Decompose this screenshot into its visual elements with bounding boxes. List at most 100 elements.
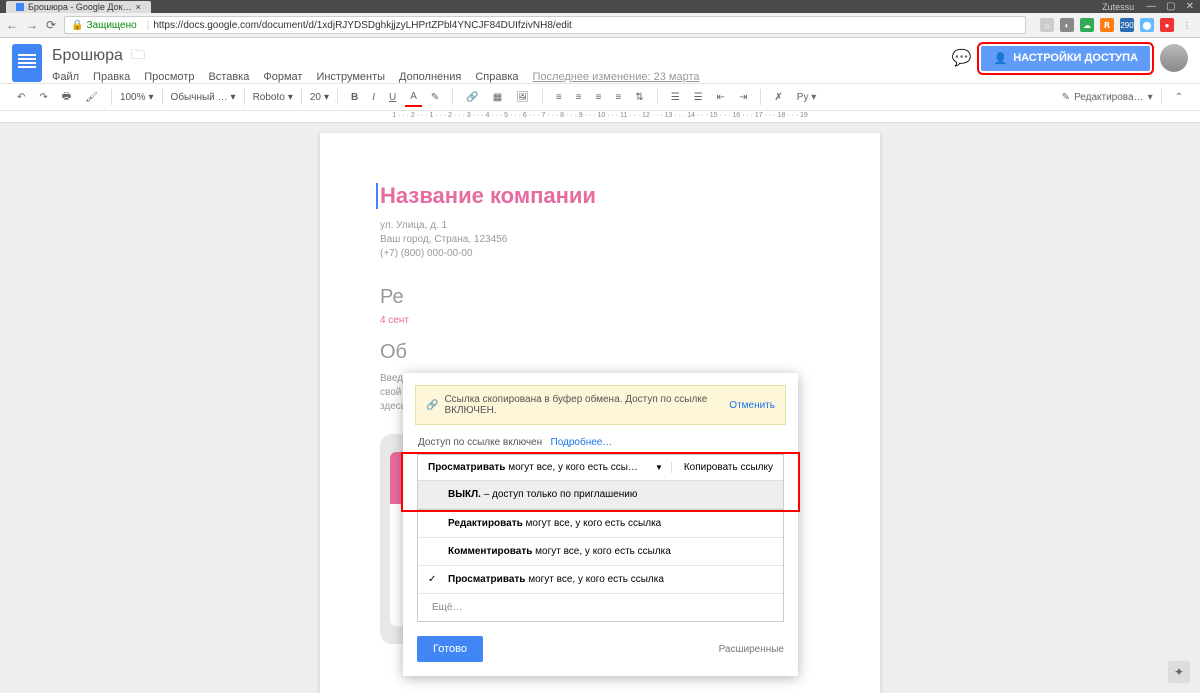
- url-bar[interactable]: 🔒 Защищено | https://docs.google.com/doc…: [64, 16, 1026, 34]
- folder-icon[interactable]: 🗀: [131, 44, 145, 68]
- option-off[interactable]: ВЫКЛ. – доступ только по приглашению: [418, 481, 783, 509]
- forward-icon[interactable]: →: [26, 18, 38, 32]
- clear-format-icon[interactable]: ✗: [769, 89, 787, 106]
- section-heading-1: Ре: [380, 286, 820, 309]
- browser-tab[interactable]: Брошюра - Google Док… ×: [6, 1, 151, 13]
- docs-header: Брошюра 🗀 Файл Правка Просмотр Вставка Ф…: [0, 38, 1200, 83]
- window-close-icon[interactable]: ✕: [1186, 1, 1194, 12]
- rss-icon[interactable]: 𝗥: [1100, 18, 1114, 32]
- check-icon: ✓: [428, 574, 436, 585]
- extension-icons: ⌂ ◐ ☁ 𝗥 290 ⬤ ● ⋮: [1040, 18, 1194, 32]
- paint-format-icon[interactable]: 🖌: [80, 89, 103, 106]
- comments-icon[interactable]: 💬: [952, 48, 972, 68]
- font-dropdown[interactable]: Roboto ▾: [253, 92, 293, 103]
- secure-lock-icon: 🔒 Защищено: [71, 20, 137, 31]
- ext-icon[interactable]: ⬤: [1140, 18, 1154, 32]
- browser-titlebar: Брошюра - Google Док… × Zutessu — ▢ ✕: [0, 0, 1200, 13]
- menu-help[interactable]: Справка: [475, 71, 518, 83]
- share-dialog: 🔗 Ссылка скопирована в буфер обмена. Дос…: [403, 373, 798, 676]
- copy-link-button[interactable]: Копировать ссылку: [671, 462, 773, 473]
- banner-text: Ссылка скопирована в буфер обмена. Досту…: [444, 394, 723, 416]
- back-icon[interactable]: ←: [6, 18, 18, 32]
- print-icon[interactable]: 🖶: [57, 86, 76, 109]
- chevron-down-icon: ▼: [655, 463, 663, 472]
- zoom-dropdown[interactable]: 100% ▾: [120, 92, 154, 103]
- ext-icon[interactable]: ⌂: [1040, 18, 1054, 32]
- ext-icon[interactable]: ☁: [1080, 18, 1094, 32]
- share-button-label: НАСТРОЙКИ ДОСТУПА: [1013, 52, 1138, 64]
- numbered-list-icon[interactable]: ☰: [666, 89, 685, 106]
- menu-file[interactable]: Файл: [52, 71, 79, 83]
- ruler[interactable]: 1 · · · 2 · · · 1 · · · 2 · · · 3 · · · …: [0, 111, 1200, 123]
- permission-options-list: Редактировать могут все, у кого есть ссы…: [417, 510, 784, 622]
- align-justify-icon[interactable]: ≡: [610, 89, 626, 106]
- bulleted-list-icon[interactable]: ☰: [689, 89, 708, 106]
- paragraph-style-dropdown[interactable]: Обычный … ▾: [171, 92, 236, 103]
- more-options[interactable]: Ещё…: [418, 594, 783, 621]
- user-avatar[interactable]: [1160, 44, 1188, 72]
- learn-more-link[interactable]: Подробнее…: [551, 437, 613, 448]
- advanced-link[interactable]: Расширенные: [719, 644, 784, 655]
- undo-icon[interactable]: ↶: [12, 89, 30, 106]
- undo-link[interactable]: Отменить: [729, 400, 775, 411]
- indent-icon[interactable]: ⇥: [734, 89, 752, 106]
- line-spacing-icon[interactable]: ⇅: [630, 89, 648, 106]
- explore-icon[interactable]: ✦: [1168, 661, 1190, 683]
- italic-icon[interactable]: I: [367, 89, 380, 106]
- reload-icon[interactable]: ⟳: [46, 18, 56, 32]
- underline-icon[interactable]: U: [384, 89, 401, 106]
- option-edit[interactable]: Редактировать могут все, у кого есть ссы…: [418, 510, 783, 538]
- link-sharing-status-row: Доступ по ссылке включен Подробнее…: [403, 437, 798, 454]
- person-icon: 👤: [993, 52, 1007, 65]
- insert-image-icon[interactable]: 🖼: [511, 89, 534, 106]
- menu-format[interactable]: Формат: [263, 71, 302, 83]
- browser-nav-bar: ← → ⟳ 🔒 Защищено | https://docs.google.c…: [0, 13, 1200, 38]
- permission-selector[interactable]: Просматривать могут все, у кого есть ссы…: [418, 455, 783, 481]
- phone-line: (+7) (800) 000-00-00: [380, 247, 820, 261]
- dialog-footer: Готово Расширенные: [403, 622, 798, 676]
- bold-icon[interactable]: B: [346, 89, 363, 106]
- menu-tools[interactable]: Инструменты: [316, 71, 385, 83]
- date-text: 4 сент: [380, 315, 820, 326]
- ext-icon[interactable]: ◐: [1060, 18, 1074, 32]
- menu-bar: Файл Правка Просмотр Вставка Формат Инст…: [52, 71, 942, 83]
- option-view[interactable]: ✓ Просматривать могут все, у кого есть с…: [418, 566, 783, 594]
- highlight-icon[interactable]: ✎: [426, 89, 444, 106]
- google-docs-icon[interactable]: [12, 44, 42, 82]
- align-right-icon[interactable]: ≡: [591, 89, 607, 106]
- insert-link-icon[interactable]: 🔗: [461, 89, 483, 106]
- link-copied-banner: 🔗 Ссылка скопирована в буфер обмена. Дос…: [415, 385, 786, 425]
- address-line-2: Ваш город, Страна, 123456: [380, 233, 820, 247]
- ext-icon[interactable]: ●: [1160, 18, 1174, 32]
- outdent-icon[interactable]: ⇤: [712, 89, 730, 106]
- menu-view[interactable]: Просмотр: [144, 71, 194, 83]
- align-left-icon[interactable]: ≡: [551, 89, 567, 106]
- document-title[interactable]: Брошюра: [52, 47, 123, 65]
- address-line-1: ул. Улица, д. 1: [380, 219, 820, 233]
- text-color-icon[interactable]: A: [405, 88, 422, 107]
- done-button[interactable]: Готово: [417, 636, 483, 662]
- close-tab-icon[interactable]: ×: [136, 2, 141, 12]
- share-button[interactable]: 👤 НАСТРОЙКИ ДОСТУПА: [981, 46, 1150, 71]
- align-center-icon[interactable]: ≡: [571, 89, 587, 106]
- collapse-icon[interactable]: ⌃: [1170, 89, 1188, 106]
- url-text: https://docs.google.com/document/d/1xdjR…: [153, 20, 572, 31]
- menu-dots-icon[interactable]: ⋮: [1180, 18, 1194, 32]
- menu-edit[interactable]: Правка: [93, 71, 130, 83]
- window-maximize-icon[interactable]: ▢: [1166, 1, 1175, 12]
- fontsize-dropdown[interactable]: 20 ▾: [310, 92, 329, 103]
- chrome-user[interactable]: Zutessu: [1102, 2, 1134, 12]
- input-tools-icon[interactable]: Ру ▾: [792, 89, 821, 106]
- last-edit-link[interactable]: Последнее изменение: 23 марта: [533, 71, 700, 83]
- option-comment[interactable]: Комментировать могут все, у кого есть сс…: [418, 538, 783, 566]
- editing-mode-dropdown[interactable]: ✎ Редактирова… ▾: [1062, 92, 1153, 103]
- redo-icon[interactable]: ↷: [34, 89, 52, 106]
- window-minimize-icon[interactable]: —: [1146, 1, 1156, 12]
- section-heading-2: Об: [380, 341, 820, 364]
- menu-addons[interactable]: Дополнения: [399, 71, 461, 83]
- menu-insert[interactable]: Вставка: [208, 71, 249, 83]
- docs-favicon: [16, 3, 24, 11]
- insert-comment-icon[interactable]: ▦: [488, 89, 507, 106]
- badge-icon[interactable]: 290: [1120, 18, 1134, 32]
- company-name-heading: Название компании: [376, 183, 820, 209]
